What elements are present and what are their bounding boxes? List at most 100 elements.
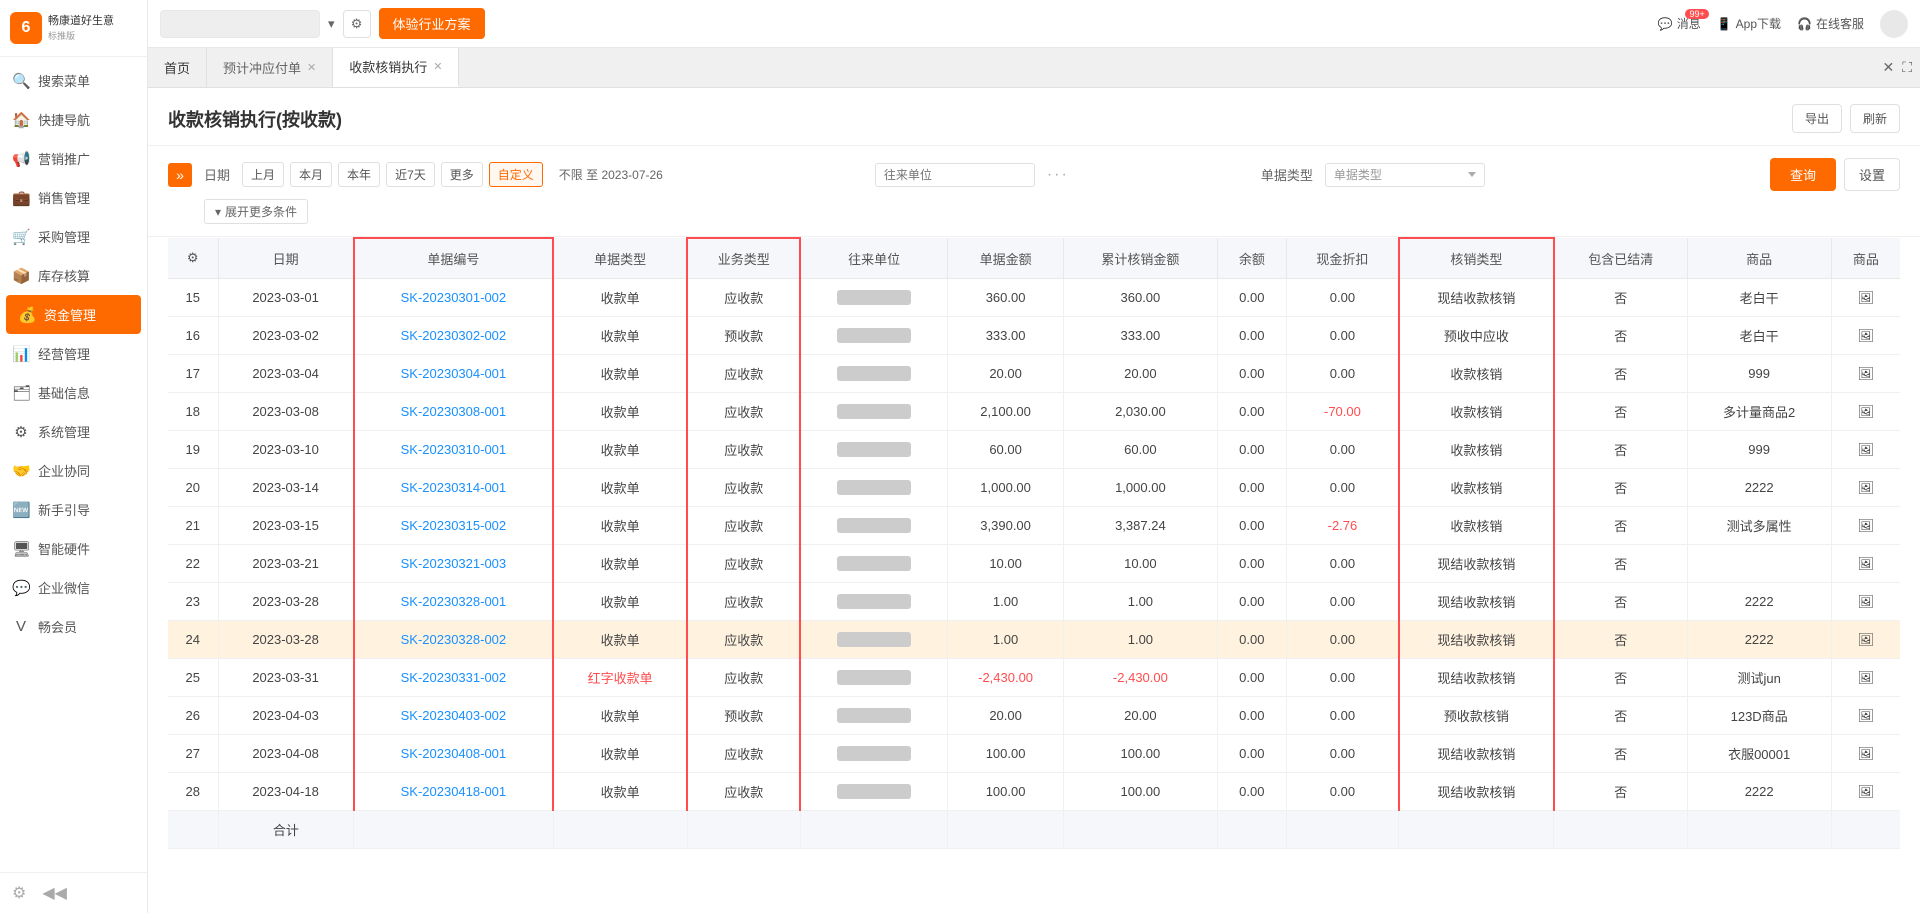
bill-type-select[interactable]: 单据类型 [1325,163,1485,187]
tab-2[interactable]: 收款核销执行✕ [333,48,459,87]
sidebar-item-label: 系统管理 [38,422,90,441]
sidebar-item-wechat[interactable]: 💬企业微信 [0,568,147,607]
sidebar-item-enterprise[interactable]: 🤝企业协同 [0,451,147,490]
filter-expand-btn[interactable]: » [168,163,192,187]
cell-cleartype: 现结收款核销 [1399,735,1554,773]
cell-no: 17 [168,355,218,393]
this-year-btn[interactable]: 本年 [338,162,380,187]
gear-button[interactable]: ⚙ [343,10,371,38]
sidebar-item-hardware[interactable]: 🖥智能硬件 [0,529,147,568]
bill-link[interactable]: SK-20230331-002 [401,670,507,685]
cell-billtype: 收款单 [553,773,687,811]
bill-link[interactable]: SK-20230304-001 [401,366,507,381]
cell-cashdiscount: 0.00 [1287,317,1399,355]
sidebar-item-marketing[interactable]: 📢营销推广 [0,139,147,178]
cell-partner: ████████ [800,279,947,317]
app-download-btn[interactable]: 📱 App下载 [1717,15,1781,32]
cell-billno[interactable]: SK-20230328-001 [354,583,553,621]
cell-billno[interactable]: SK-20230328-002 [354,621,553,659]
last7-btn[interactable]: 近7天 [386,162,435,187]
cell-cashdiscount: 0.00 [1287,545,1399,583]
sidebar-item-system[interactable]: ⚙系统管理 [0,412,147,451]
cell-billno[interactable]: SK-20230314-001 [354,469,553,507]
user-avatar[interactable] [1880,10,1908,38]
cell-billno[interactable]: SK-20230308-001 [354,393,553,431]
sidebar-item-finance[interactable]: 💰资金管理 [6,295,141,334]
sidebar-item-basic[interactable]: 🗂基础信息 [0,373,147,412]
cell-goods2: 🖼 [1831,393,1900,431]
bill-link[interactable]: SK-20230308-001 [401,404,507,419]
bill-link[interactable]: SK-20230314-001 [401,480,507,495]
refresh-btn[interactable]: 刷新 [1850,104,1900,133]
cell-billno[interactable]: SK-20230304-001 [354,355,553,393]
cell-billno[interactable]: SK-20230310-001 [354,431,553,469]
cell-cashdiscount: 0.00 [1287,773,1399,811]
tab-0[interactable]: 首页 [148,48,207,87]
sidebar-item-label: 基础信息 [38,383,90,402]
cell-billno[interactable]: SK-20230403-002 [354,697,553,735]
partner-input[interactable] [875,163,1035,187]
tab-close-2[interactable]: ✕ [433,60,442,73]
sidebar-item-inventory[interactable]: 📦库存核算 [0,256,147,295]
tab-1[interactable]: 预计冲应付单✕ [207,48,333,87]
sidebar-item-guide[interactable]: 🆕新手引导 [0,490,147,529]
cell-balance: 0.00 [1217,469,1286,507]
cell-goods: 999 [1687,431,1831,469]
cell-billno[interactable]: SK-20230301-002 [354,279,553,317]
bill-link[interactable]: SK-20230321-003 [401,556,507,571]
bill-link[interactable]: SK-20230310-001 [401,442,507,457]
last-month-btn[interactable]: 上月 [242,162,284,187]
expand-more-btn[interactable]: ▾ 展开更多条件 [204,199,308,224]
settings-icon[interactable]: ⚙ [12,883,26,903]
sidebar-item-search[interactable]: 🔍搜索菜单 [0,61,147,100]
cell-billno[interactable]: SK-20230331-002 [354,659,553,697]
export-btn[interactable]: 导出 [1792,104,1842,133]
industry-btn[interactable]: 体验行业方案 [379,8,485,39]
tab-close-icon[interactable]: ✕ [1882,59,1894,76]
message-btn[interactable]: 💬 消息 99+ [1658,15,1701,32]
bill-link[interactable]: SK-20230328-002 [401,632,507,647]
tab-maximize-icon[interactable]: ⛶ [1902,59,1912,76]
page-inner: 收款核销执行(按收款) 导出 刷新 » 日期 上月 本月 本年 近7天 更多 [148,88,1920,913]
cell-billtype: 收款单 [553,279,687,317]
cell-no: 16 [168,317,218,355]
cell-billtype: 收款单 [553,317,687,355]
cell-billno[interactable]: SK-20230408-001 [354,735,553,773]
dots-icon[interactable]: ··· [1047,166,1069,184]
sidebar-item-member[interactable]: V畅会员 [0,607,147,646]
sidebar-item-operation[interactable]: 📊经营管理 [0,334,147,373]
custom-btn[interactable]: 自定义 [489,162,543,187]
bill-link[interactable]: SK-20230301-002 [401,290,507,305]
bill-link[interactable]: SK-20230328-001 [401,594,507,609]
cell-goods2: 🖼 [1831,469,1900,507]
cell-billno[interactable]: SK-20230315-002 [354,507,553,545]
sidebar-item-purchase[interactable]: 🛒采购管理 [0,217,147,256]
sidebar-item-shortcut[interactable]: 🏠快捷导航 [0,100,147,139]
settings-btn[interactable]: 设置 [1844,158,1900,191]
sidebar-item-label: 经营管理 [38,344,90,363]
dropdown-arrow[interactable]: ▾ [328,16,335,32]
bill-link[interactable]: SK-20230302-002 [401,328,507,343]
cell-no: 24 [168,621,218,659]
online-service-btn[interactable]: 🎧 在线客服 [1797,15,1864,32]
more-btn[interactable]: 更多 [441,162,483,187]
cell-partner: ████████ [800,697,947,735]
cell-cashdiscount: 0.00 [1287,659,1399,697]
cell-no: 19 [168,431,218,469]
cell-billno[interactable]: SK-20230418-001 [354,773,553,811]
bill-link[interactable]: SK-20230403-002 [401,708,507,723]
cell-billno[interactable]: SK-20230302-002 [354,317,553,355]
tab-close-1[interactable]: ✕ [307,61,316,74]
this-month-btn[interactable]: 本月 [290,162,332,187]
bill-link[interactable]: SK-20230408-001 [401,746,507,761]
sidebar-item-sales[interactable]: 💼销售管理 [0,178,147,217]
bill-link[interactable]: SK-20230418-001 [401,784,507,799]
collapse-icon[interactable]: ◀◀ [42,883,67,903]
cell-clearamount: 60.00 [1064,431,1217,469]
cell-billno[interactable]: SK-20230321-003 [354,545,553,583]
cell-cashdiscount: -2.76 [1287,507,1399,545]
bill-link[interactable]: SK-20230315-002 [401,518,507,533]
query-btn[interactable]: 查询 [1770,158,1836,191]
filter-row-2: ▾ 展开更多条件 [168,199,1900,224]
cell-amount: 1.00 [948,621,1064,659]
